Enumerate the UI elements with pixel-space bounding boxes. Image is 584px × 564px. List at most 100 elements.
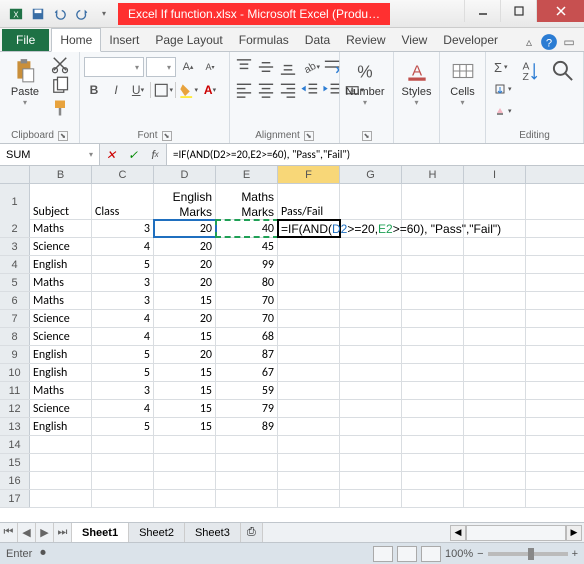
cell[interactable] [464, 238, 526, 255]
col-head-I[interactable]: I [464, 166, 526, 183]
cell[interactable] [92, 490, 154, 507]
cell[interactable] [464, 346, 526, 363]
minimize-button[interactable] [464, 0, 500, 22]
tab-formulas[interactable]: Formulas [231, 29, 297, 51]
view-normal-icon[interactable] [373, 546, 393, 562]
cell[interactable] [402, 238, 464, 255]
cell[interactable] [278, 418, 340, 435]
help-icon[interactable]: ? [540, 33, 558, 51]
cell[interactable]: Subject [30, 184, 92, 219]
copy-icon[interactable] [50, 76, 70, 96]
format-painter-icon[interactable] [50, 98, 70, 118]
cell[interactable] [340, 184, 402, 219]
excel-icon[interactable]: X [6, 4, 26, 24]
tab-view[interactable]: View [394, 29, 436, 51]
alignment-launcher-icon[interactable]: ⬊ [304, 131, 314, 141]
cell[interactable] [340, 364, 402, 381]
cell[interactable] [464, 436, 526, 453]
cell[interactable]: Science [30, 310, 92, 327]
autosum-icon[interactable]: Σ▾ [490, 57, 512, 77]
cell[interactable]: 20 [154, 310, 216, 327]
cell[interactable]: MathsMarks [216, 184, 278, 219]
cell[interactable]: English [30, 418, 92, 435]
col-head-C[interactable]: C [92, 166, 154, 183]
orientation-icon[interactable]: ab▾ [300, 57, 320, 77]
zoom-in-icon[interactable]: + [572, 548, 578, 560]
cell[interactable] [402, 292, 464, 309]
cell[interactable] [216, 454, 278, 471]
cell[interactable]: 70 [216, 292, 278, 309]
underline-icon[interactable]: U▾ [128, 80, 148, 100]
maximize-button[interactable] [500, 0, 536, 22]
minimize-ribbon-icon[interactable]: ▵ [520, 33, 538, 51]
cells-button[interactable]: Cells ▾ [444, 54, 481, 107]
cell[interactable] [278, 436, 340, 453]
cell[interactable]: 5 [92, 418, 154, 435]
cell[interactable]: 20 [154, 274, 216, 291]
cell[interactable] [216, 472, 278, 489]
row-head[interactable]: 9 [0, 346, 30, 363]
cell[interactable] [402, 364, 464, 381]
cell[interactable] [402, 454, 464, 471]
cell[interactable]: 3 [92, 382, 154, 399]
cell[interactable] [92, 454, 154, 471]
number-format-button[interactable]: % Number ▾ [344, 54, 386, 107]
cell[interactable] [402, 490, 464, 507]
row-head[interactable]: 15 [0, 454, 30, 471]
cell[interactable] [340, 274, 402, 291]
cell[interactable]: 68 [216, 328, 278, 345]
cell[interactable]: 20 [154, 220, 216, 237]
cell[interactable]: 87 [216, 346, 278, 363]
col-head-G[interactable]: G [340, 166, 402, 183]
row-head[interactable]: 7 [0, 310, 30, 327]
row-head[interactable]: 2 [0, 220, 30, 237]
cell[interactable]: 67 [216, 364, 278, 381]
cell[interactable] [92, 436, 154, 453]
cell[interactable] [402, 472, 464, 489]
cell[interactable] [340, 490, 402, 507]
align-top-icon[interactable] [234, 57, 254, 77]
cell[interactable] [402, 400, 464, 417]
cell[interactable]: 80 [216, 274, 278, 291]
sheet-nav-prev-icon[interactable]: ◀ [18, 523, 36, 542]
sheet-nav-first-icon[interactable]: ⏮ [0, 523, 18, 542]
cell[interactable]: 4 [92, 400, 154, 417]
cell[interactable]: 59 [216, 382, 278, 399]
cell[interactable] [30, 490, 92, 507]
tab-insert[interactable]: Insert [101, 29, 147, 51]
row-head[interactable]: 11 [0, 382, 30, 399]
cell[interactable] [278, 454, 340, 471]
cell[interactable] [464, 328, 526, 345]
increase-indent-icon[interactable] [322, 80, 342, 100]
undo-icon[interactable] [50, 4, 70, 24]
bold-icon[interactable]: B [84, 80, 104, 100]
cell[interactable]: English [30, 256, 92, 273]
zoom-out-icon[interactable]: − [477, 548, 483, 560]
row-head[interactable]: 10 [0, 364, 30, 381]
hscroll-track[interactable] [466, 525, 566, 541]
cell[interactable] [340, 436, 402, 453]
cell[interactable] [30, 436, 92, 453]
cell[interactable]: 79 [216, 400, 278, 417]
cell-F2-editing[interactable]: =IF(AND(D2>=20,E2>=60), "Pass","Fail") [281, 222, 501, 237]
save-icon[interactable] [28, 4, 48, 24]
cell[interactable]: 3 [92, 292, 154, 309]
tab-review[interactable]: Review [338, 29, 393, 51]
enter-formula-icon[interactable]: ✓ [122, 144, 144, 165]
col-head-H[interactable]: H [402, 166, 464, 183]
cell[interactable]: Class [92, 184, 154, 219]
cell[interactable]: 15 [154, 328, 216, 345]
cell[interactable] [278, 274, 340, 291]
sort-filter-button[interactable]: AZ [514, 54, 544, 84]
window-options-icon[interactable]: ▭ [560, 33, 578, 51]
row-head[interactable]: 13 [0, 418, 30, 435]
cell[interactable]: Maths [30, 292, 92, 309]
cell[interactable] [464, 418, 526, 435]
new-sheet-icon[interactable]: ⎙ [241, 523, 263, 542]
cell[interactable]: 89 [216, 418, 278, 435]
view-page-layout-icon[interactable] [397, 546, 417, 562]
cell[interactable] [30, 454, 92, 471]
cell[interactable] [154, 472, 216, 489]
decrease-indent-icon[interactable] [300, 80, 320, 100]
cell[interactable] [340, 472, 402, 489]
